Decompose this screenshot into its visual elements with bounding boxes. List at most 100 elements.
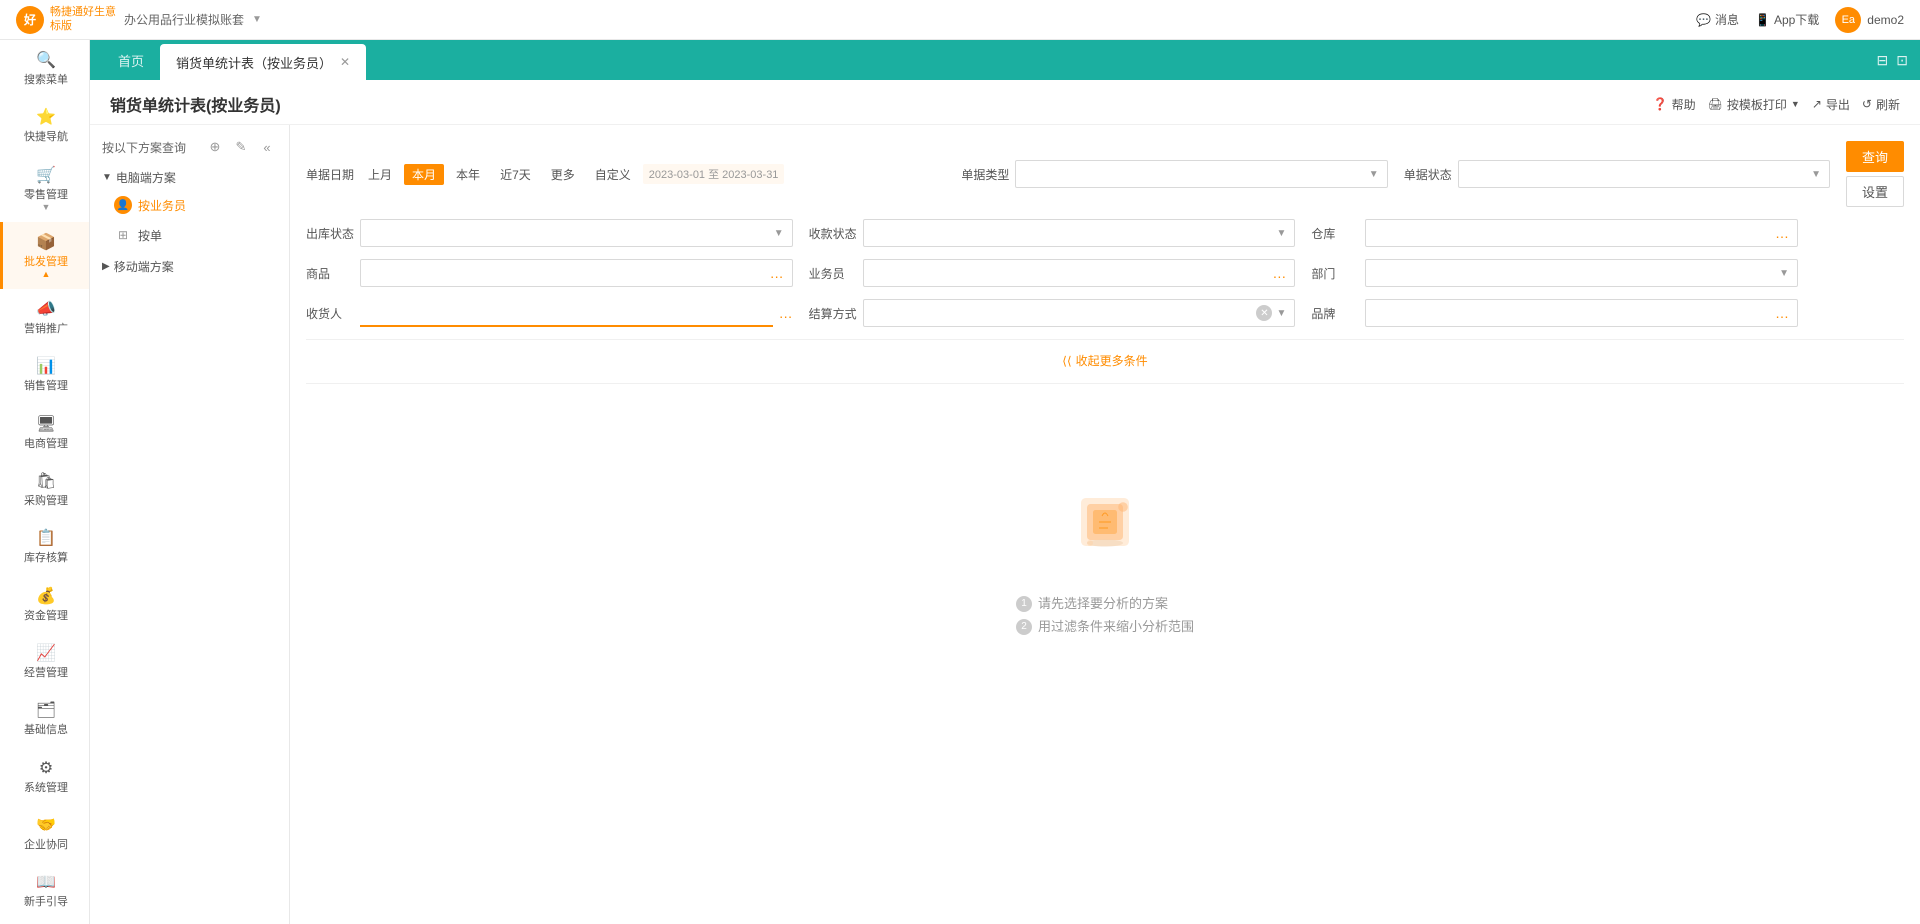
warehouse-input[interactable]: … bbox=[1365, 219, 1798, 247]
docstatus-label: 单据状态 bbox=[1404, 166, 1452, 183]
avatar: Ea bbox=[1835, 7, 1861, 33]
page-inner: 销货单统计表(按业务员) ❓ 帮助 🖨 按模板打印 ▼ bbox=[90, 80, 1920, 924]
last-7days-btn[interactable]: 近7天 bbox=[492, 164, 539, 185]
collapse-filters-btn[interactable]: ⟨⟨ 收起更多条件 bbox=[1056, 346, 1153, 375]
phone-icon: 📱 bbox=[1755, 13, 1770, 27]
docstatus-select[interactable]: ▼ bbox=[1458, 160, 1830, 188]
sidebar-item-app-center[interactable]: 📱 应用中心 bbox=[0, 919, 89, 924]
help-btn[interactable]: ❓ 帮助 bbox=[1653, 96, 1696, 113]
tab-close-btn[interactable]: ✕ bbox=[340, 55, 350, 69]
this-year-btn[interactable]: 本年 bbox=[448, 164, 488, 185]
sidebar-item-guide[interactable]: 📖 新手引导 bbox=[0, 862, 89, 919]
top-bar-left: 好 畅捷通好生意 标版 办公用品行业模拟账套 ▼ bbox=[16, 6, 262, 34]
sidebar-item-sales[interactable]: 📊 销售管理 bbox=[0, 346, 89, 403]
sidebar-item-system[interactable]: ⚙ 系统管理 bbox=[0, 748, 89, 805]
brand-input[interactable]: … bbox=[1365, 299, 1798, 327]
scheme-group-mobile-title[interactable]: ▶ 移动端方案 bbox=[90, 254, 289, 279]
sidebar-item-retail[interactable]: 🛒 零售管理 ▼ bbox=[0, 155, 89, 222]
paystatus-arrow: ▼ bbox=[1276, 228, 1286, 239]
print-btn[interactable]: 🖨 按模板打印 ▼ bbox=[1708, 96, 1800, 113]
salesperson-input[interactable]: … bbox=[863, 259, 1296, 287]
mobile-group-label: 移动端方案 bbox=[114, 258, 174, 275]
scheme-group-mobile: ▶ 移动端方案 bbox=[90, 254, 289, 279]
folder-icon: 🗂 bbox=[36, 700, 56, 720]
tab-home[interactable]: 首页 bbox=[102, 51, 160, 70]
custom-date-btn[interactable]: 自定义 bbox=[587, 164, 639, 185]
filter-divider bbox=[306, 383, 1904, 384]
scheme-item-order[interactable]: ⊞ 按单 bbox=[90, 220, 289, 250]
filter-row-4: 收货人 … 结算方式 bbox=[306, 299, 1904, 327]
tab-sales-stat[interactable]: 销货单统计表（按业务员） ✕ bbox=[160, 44, 366, 80]
logo-icon: 好 bbox=[16, 6, 44, 34]
chart-icon: 📊 bbox=[36, 356, 56, 376]
settlement-select[interactable]: ✕ ▼ bbox=[863, 299, 1296, 327]
sidebar-item-purchase[interactable]: 🛍 采购管理 bbox=[0, 461, 89, 518]
more-date-btn[interactable]: 更多 bbox=[543, 164, 583, 185]
settings-btn[interactable]: 设置 bbox=[1846, 176, 1904, 207]
order-icon: ⊞ bbox=[114, 226, 132, 244]
receiver-dots[interactable]: … bbox=[779, 305, 793, 321]
date-filter: 单据日期 上月 本月 本年 近7天 更多 自定义 bbox=[306, 164, 945, 185]
search-icon: 🔍 bbox=[36, 50, 56, 70]
right-panel: 单据日期 上月 本月 本年 近7天 更多 自定义 bbox=[290, 125, 1920, 924]
sidebar-item-base[interactable]: 🗂 基础信息 bbox=[0, 690, 89, 747]
sidebar-item-operation[interactable]: 📈 经营管理 bbox=[0, 633, 89, 690]
user-area[interactable]: Ea demo2 bbox=[1835, 7, 1904, 33]
sidebar-item-enterprise[interactable]: 🤝 企业协同 bbox=[0, 805, 89, 862]
add-scheme-btn[interactable]: ⊕ bbox=[205, 137, 225, 157]
add-icon: ⊕ bbox=[210, 139, 221, 155]
this-month-btn[interactable]: 本月 bbox=[404, 164, 444, 185]
sidebar-item-search[interactable]: 🔍 搜索菜单 bbox=[0, 40, 89, 97]
edit-icon: ✎ bbox=[236, 139, 247, 155]
collapse-label: 收起更多条件 bbox=[1076, 352, 1148, 369]
pc-group-label: 电脑端方案 bbox=[116, 169, 176, 186]
settlement-clear-btn[interactable]: ✕ bbox=[1256, 305, 1272, 321]
goods-input[interactable]: … bbox=[360, 259, 793, 287]
app-download-btn[interactable]: 📱 App下载 bbox=[1755, 11, 1819, 28]
sidebar-item-inventory[interactable]: 📋 库存核算 bbox=[0, 518, 89, 575]
refresh-btn[interactable]: ↺ 刷新 bbox=[1862, 96, 1900, 113]
sidebar-label: 库存核算 bbox=[24, 551, 68, 565]
department-select[interactable]: ▼ bbox=[1365, 259, 1798, 287]
receiver-input[interactable] bbox=[360, 299, 773, 327]
scheme-item-salesperson[interactable]: 👤 按业务员 bbox=[90, 190, 289, 220]
app-name-arrow[interactable]: ▼ bbox=[252, 14, 262, 25]
export-btn[interactable]: ↗ 导出 bbox=[1812, 96, 1850, 113]
minimize-btn[interactable]: ⊟ bbox=[1877, 52, 1889, 69]
collapse-panel-btn[interactable]: « bbox=[257, 137, 277, 157]
settlement-filter: 结算方式 ✕ ▼ bbox=[809, 299, 1296, 327]
paystatus-filter: 收款状态 ▼ bbox=[809, 219, 1296, 247]
query-btn[interactable]: 查询 bbox=[1846, 141, 1904, 172]
collapse-icon: « bbox=[263, 140, 270, 155]
paystatus-select[interactable]: ▼ bbox=[863, 219, 1296, 247]
edit-scheme-btn[interactable]: ✎ bbox=[231, 137, 251, 157]
doctype-select[interactable]: ▼ bbox=[1015, 160, 1387, 188]
outstatus-select[interactable]: ▼ bbox=[360, 219, 793, 247]
message-btn[interactable]: 💬 消息 bbox=[1696, 11, 1739, 28]
sidebar-item-marketing[interactable]: 📣 营销推广 bbox=[0, 289, 89, 346]
last-month-btn[interactable]: 上月 bbox=[360, 164, 400, 185]
query-btn-area: 查询 设置 bbox=[1846, 141, 1904, 207]
sidebar-item-ecommerce[interactable]: 🖥 电商管理 bbox=[0, 404, 89, 461]
salesperson-dots: … bbox=[1272, 265, 1286, 281]
sidebar-label: 经营管理 bbox=[24, 666, 68, 680]
docstatus-filter: 单据状态 ▼ bbox=[1404, 160, 1830, 188]
tip-num-1: 1 bbox=[1016, 596, 1032, 612]
page-actions: ❓ 帮助 🖨 按模板打印 ▼ ↗ 导出 bbox=[1653, 96, 1900, 113]
scheme-group-pc-title[interactable]: ▼ 电脑端方案 bbox=[90, 165, 289, 190]
star-icon: ⭐ bbox=[36, 107, 56, 127]
clipboard-icon: 📋 bbox=[36, 528, 56, 548]
maximize-btn[interactable]: ⊡ bbox=[1896, 52, 1908, 69]
department-label: 部门 bbox=[1311, 265, 1359, 282]
print-arrow: ▼ bbox=[1791, 99, 1800, 109]
retail-arrow: ▼ bbox=[42, 202, 51, 212]
filter-row-3: 商品 … 业务员 bbox=[306, 259, 1904, 287]
sidebar-item-finance[interactable]: 💰 资金管理 bbox=[0, 576, 89, 633]
goods-filter: 商品 … bbox=[306, 259, 793, 287]
sidebar-item-shortcut[interactable]: ⭐ 快捷导航 bbox=[0, 97, 89, 154]
brand-label: 品牌 bbox=[1311, 305, 1359, 322]
print-icon: 🖨 bbox=[1708, 97, 1723, 111]
sidebar-item-wholesale[interactable]: 📦 批发管理 ▲ bbox=[0, 222, 89, 289]
bag-icon: 🛍 bbox=[36, 471, 56, 491]
empty-state: 1 请先选择要分析的方案 2 用过滤条件来缩小分析范围 bbox=[306, 392, 1904, 719]
